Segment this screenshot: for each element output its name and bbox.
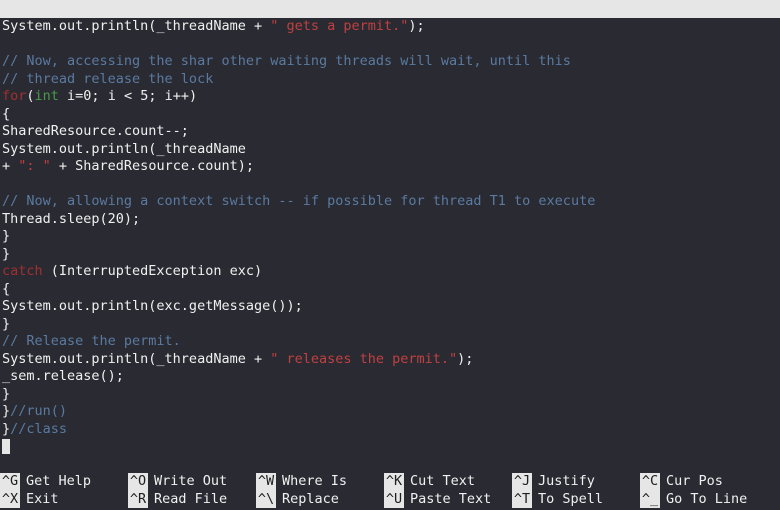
code-token: // Now, accessing the shar other waiting… xyxy=(2,53,571,69)
code-token: int xyxy=(35,88,59,104)
shortcut-item[interactable]: ^R Read File xyxy=(128,491,256,509)
code-line[interactable]: System.out.println(exc.getMessage()); xyxy=(2,298,778,316)
shortcut-key: ^T xyxy=(512,491,532,509)
code-line[interactable]: } xyxy=(2,228,778,246)
code-token: ": " xyxy=(18,158,51,174)
code-token: //run() xyxy=(10,403,67,419)
shortcut-bar: ^G Get Help ^O Write Out ^W Where Is ^K Cut Tex… xyxy=(0,473,780,508)
code-line[interactable]: } xyxy=(2,386,778,404)
editor-area[interactable]: System.out.println(_threadName + " gets … xyxy=(0,18,780,473)
code-line[interactable]: // Release the permit. xyxy=(2,333,778,351)
code-token: //class xyxy=(10,421,67,437)
code-token: } xyxy=(2,228,10,244)
code-token: System.out.println(_threadName + xyxy=(2,18,270,34)
code-token: System.out.println(_threadName xyxy=(2,141,246,157)
shortcut-label: Write Out xyxy=(154,473,227,491)
code-line[interactable]: + ": " + SharedResource.count); xyxy=(2,158,778,176)
code-token: ( xyxy=(26,88,34,104)
code-token: { xyxy=(2,281,10,297)
code-token: System.out.println(_threadName + xyxy=(2,351,270,367)
shortcut-item[interactable]: ^U Paste Text xyxy=(384,491,512,509)
code-line[interactable]: } xyxy=(2,316,778,334)
code-token: (InterruptedException exc) xyxy=(43,263,262,279)
title-bar: GNU nano 4.8 SemaphoreClient.java xyxy=(0,0,780,18)
shortcut-item[interactable]: ^X Exit xyxy=(0,491,128,509)
code-line[interactable]: // Now, accessing the shar other waiting… xyxy=(2,53,778,71)
code-token: + SharedResource.count); xyxy=(51,158,254,174)
text-cursor xyxy=(2,439,10,454)
shortcut-key: ^J xyxy=(512,473,532,491)
code-token: ); xyxy=(408,18,424,34)
code-token: _sem.release(); xyxy=(2,368,124,384)
code-token: i=0; i < 5; i++) xyxy=(59,88,197,104)
code-token: } xyxy=(2,316,10,332)
shortcut-label: Exit xyxy=(26,491,59,509)
shortcut-label: To Spell xyxy=(538,491,603,509)
shortcut-label: Justify xyxy=(538,473,595,491)
cursor-line[interactable] xyxy=(2,438,778,456)
code-token: // Now, allowing a context switch -- if … xyxy=(2,193,595,209)
shortcut-key: ^G xyxy=(0,473,20,491)
shortcut-label: Read File xyxy=(154,491,227,509)
code-line[interactable]: } xyxy=(2,246,778,264)
code-line[interactable]: System.out.println(_threadName xyxy=(2,141,778,159)
code-token: catch xyxy=(2,263,43,279)
code-token: } xyxy=(2,403,10,419)
code-token: Thread.sleep(20); xyxy=(2,211,140,227)
shortcut-item[interactable]: ^O Write Out xyxy=(128,473,256,491)
shortcut-item[interactable]: ^G Get Help xyxy=(0,473,128,491)
code-line[interactable]: // Now, allowing a context switch -- if … xyxy=(2,193,778,211)
shortcut-key: ^W xyxy=(256,473,276,491)
shortcut-item[interactable]: ^K Cut Text xyxy=(384,473,512,491)
code-line[interactable]: }//run() xyxy=(2,403,778,421)
code-token: } xyxy=(2,386,10,402)
code-token: + xyxy=(2,158,18,174)
code-token: { xyxy=(2,106,10,122)
code-line[interactable]: Thread.sleep(20); xyxy=(2,211,778,229)
code-token: // thread release the lock xyxy=(2,71,213,87)
shortcut-item[interactable]: ^\ Replace xyxy=(256,491,384,509)
shortcut-key: ^X xyxy=(0,491,20,509)
code-token: " releases the permit." xyxy=(270,351,457,367)
shortcut-key: ^U xyxy=(384,491,404,509)
code-token: SharedResource.count--; xyxy=(2,123,189,139)
code-token: " gets a permit." xyxy=(270,18,408,34)
code-line[interactable]: catch (InterruptedException exc) xyxy=(2,263,778,281)
shortcut-item[interactable]: ^W Where Is xyxy=(256,473,384,491)
code-token: } xyxy=(2,246,10,262)
shortcut-label: Cut Text xyxy=(410,473,475,491)
code-line[interactable]: { xyxy=(2,106,778,124)
code-line[interactable]: // thread release the lock xyxy=(2,71,778,89)
code-token: // Release the permit. xyxy=(2,333,181,349)
code-line[interactable] xyxy=(2,176,778,194)
shortcut-label: Paste Text xyxy=(410,491,491,509)
code-token: ); xyxy=(457,351,473,367)
shortcut-label: Get Help xyxy=(26,473,91,491)
shortcut-key: ^K xyxy=(384,473,404,491)
code-token: } xyxy=(2,421,10,437)
code-line[interactable]: for(int i=0; i < 5; i++) xyxy=(2,88,778,106)
code-line[interactable]: System.out.println(_threadName + " gets … xyxy=(2,18,778,36)
code-token: System.out.println(exc.getMessage()); xyxy=(2,298,303,314)
shortcut-label: Go To Line xyxy=(666,491,747,509)
shortcut-key: ^_ xyxy=(640,491,660,509)
code-line[interactable]: }//class xyxy=(2,421,778,439)
code-line[interactable]: { xyxy=(2,281,778,299)
code-line[interactable] xyxy=(2,36,778,54)
shortcut-label: Cur Pos xyxy=(666,473,723,491)
shortcut-item[interactable]: ^C Cur Pos xyxy=(640,473,768,491)
code-line[interactable]: SharedResource.count--; xyxy=(2,123,778,141)
shortcut-key: ^C xyxy=(640,473,660,491)
shortcut-key: ^R xyxy=(128,491,148,509)
shortcut-item[interactable]: ^_ Go To Line xyxy=(640,491,768,509)
shortcut-key: ^O xyxy=(128,473,148,491)
shortcut-item[interactable]: ^T To Spell xyxy=(512,491,640,509)
code-line[interactable]: _sem.release(); xyxy=(2,368,778,386)
code-line[interactable]: System.out.println(_threadName + " relea… xyxy=(2,351,778,369)
code-token: for xyxy=(2,88,26,104)
shortcut-key: ^\ xyxy=(256,491,276,509)
shortcut-item[interactable]: ^J Justify xyxy=(512,473,640,491)
shortcut-label: Where Is xyxy=(282,473,347,491)
shortcut-label: Replace xyxy=(282,491,339,509)
